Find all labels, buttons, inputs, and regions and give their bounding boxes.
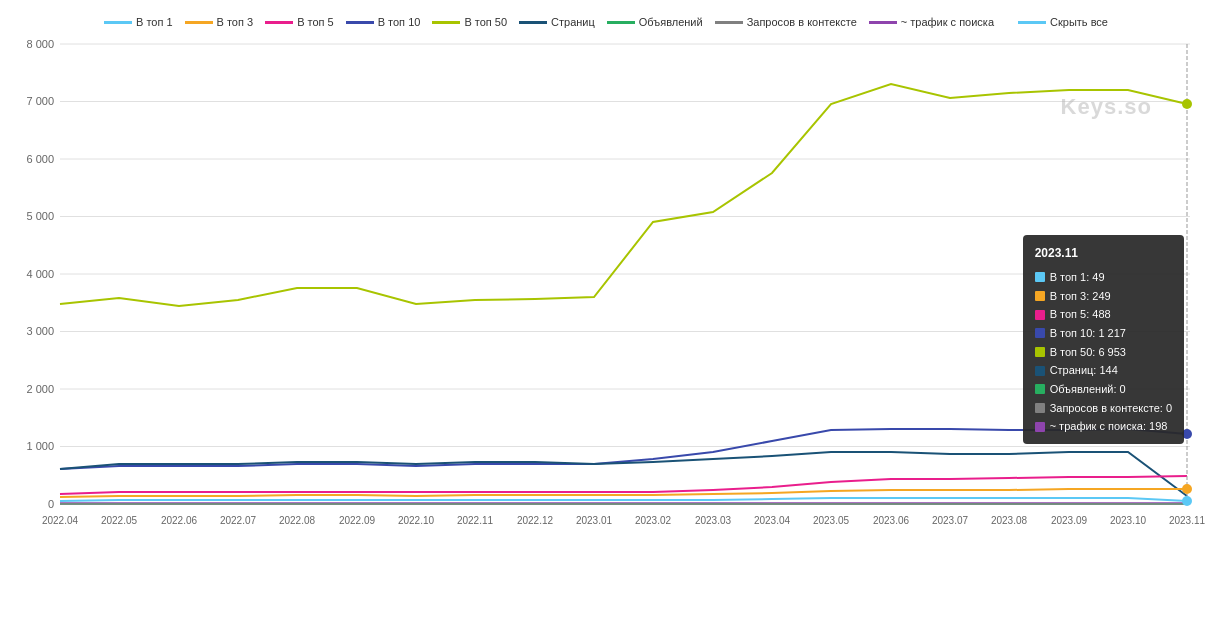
svg-text:2023.11: 2023.11 bbox=[1169, 515, 1206, 526]
svg-text:2023.08: 2023.08 bbox=[991, 515, 1028, 526]
tooltip-label-1: В топ 3: 249 bbox=[1050, 287, 1111, 306]
tooltip-row-3: В топ 10: 1 217 bbox=[1035, 324, 1172, 343]
legend-item-traffic[interactable]: ~ трафик с поиска bbox=[869, 16, 994, 28]
legend-color-top50 bbox=[432, 21, 460, 24]
svg-text:6 000: 6 000 bbox=[26, 153, 54, 165]
tooltip-dot-4 bbox=[1035, 347, 1045, 357]
svg-text:0: 0 bbox=[48, 498, 54, 510]
tooltip-row-7: Запросов в контексте: 0 bbox=[1035, 399, 1172, 418]
tooltip-dot-2 bbox=[1035, 310, 1045, 320]
legend-color-ads bbox=[607, 21, 635, 24]
legend-item-ads[interactable]: Объявлений bbox=[607, 16, 703, 28]
legend-item-top3[interactable]: В топ 3 bbox=[185, 16, 254, 28]
legend-label-hide: Скрыть все bbox=[1050, 16, 1108, 28]
tooltip-dot-3 bbox=[1035, 328, 1045, 338]
legend-label-traffic: ~ трафик с поиска bbox=[901, 16, 994, 28]
svg-text:8 000: 8 000 bbox=[26, 38, 54, 50]
legend-color-pages bbox=[519, 21, 547, 24]
svg-text:2 000: 2 000 bbox=[26, 383, 54, 395]
tooltip-label-2: В топ 5: 488 bbox=[1050, 305, 1111, 324]
legend-color-hide bbox=[1018, 21, 1046, 24]
svg-text:1 000: 1 000 bbox=[26, 440, 54, 452]
dot-top1 bbox=[1182, 496, 1192, 506]
svg-text:2022.09: 2022.09 bbox=[339, 515, 376, 526]
svg-text:2023.07: 2023.07 bbox=[932, 515, 969, 526]
tooltip-row-8: ~ трафик с поиска: 198 bbox=[1035, 417, 1172, 436]
tooltip-label-7: Запросов в контексте: 0 bbox=[1050, 399, 1172, 418]
legend-label-context: Запросов в контексте bbox=[747, 16, 857, 28]
legend-color-top5 bbox=[265, 21, 293, 24]
legend-color-top3 bbox=[185, 21, 213, 24]
tooltip-row-0: В топ 1: 49 bbox=[1035, 268, 1172, 287]
tooltip-dot-5 bbox=[1035, 366, 1045, 376]
svg-text:5 000: 5 000 bbox=[26, 210, 54, 222]
svg-text:7 000: 7 000 bbox=[26, 95, 54, 107]
legend-color-traffic bbox=[869, 21, 897, 24]
tooltip-row-2: В топ 5: 488 bbox=[1035, 305, 1172, 324]
tooltip-label-6: Объявлений: 0 bbox=[1050, 380, 1126, 399]
tooltip-row-4: В топ 50: 6 953 bbox=[1035, 343, 1172, 362]
chart-legend: В топ 1 В топ 3 В топ 5 В топ 10 В топ 5… bbox=[0, 10, 1212, 34]
svg-text:2023.01: 2023.01 bbox=[576, 515, 613, 526]
tooltip-label-0: В топ 1: 49 bbox=[1050, 268, 1105, 287]
legend-color-top1 bbox=[104, 21, 132, 24]
chart-container: В топ 1 В топ 3 В топ 5 В топ 10 В топ 5… bbox=[0, 0, 1212, 625]
chart-tooltip: 2023.11 В топ 1: 49 В топ 3: 249 В топ 5… bbox=[1023, 235, 1184, 444]
tooltip-dot-6 bbox=[1035, 384, 1045, 394]
svg-text:2022.04: 2022.04 bbox=[42, 515, 79, 526]
svg-text:2023.10: 2023.10 bbox=[1110, 515, 1147, 526]
tooltip-dot-0 bbox=[1035, 272, 1045, 282]
legend-item-hide[interactable]: Скрыть все bbox=[1018, 16, 1108, 28]
legend-label-ads: Объявлений bbox=[639, 16, 703, 28]
svg-text:2023.06: 2023.06 bbox=[873, 515, 910, 526]
tooltip-row-6: Объявлений: 0 bbox=[1035, 380, 1172, 399]
svg-text:2023.03: 2023.03 bbox=[695, 515, 732, 526]
tooltip-row-5: Страниц: 144 bbox=[1035, 361, 1172, 380]
legend-item-top50[interactable]: В топ 50 bbox=[432, 16, 507, 28]
svg-text:2022.10: 2022.10 bbox=[398, 515, 435, 526]
svg-text:2023.05: 2023.05 bbox=[813, 515, 850, 526]
svg-text:3 000: 3 000 bbox=[26, 325, 54, 337]
legend-item-context[interactable]: Запросов в контексте bbox=[715, 16, 857, 28]
svg-text:2022.07: 2022.07 bbox=[220, 515, 257, 526]
watermark: Keys.so bbox=[1061, 94, 1152, 120]
legend-label-top1: В топ 1 bbox=[136, 16, 173, 28]
legend-color-top10 bbox=[346, 21, 374, 24]
svg-text:4 000: 4 000 bbox=[26, 268, 54, 280]
tooltip-label-8: ~ трафик с поиска: 198 bbox=[1050, 417, 1168, 436]
svg-text:2023.09: 2023.09 bbox=[1051, 515, 1088, 526]
y-axis-labels: 8 000 7 000 6 000 5 000 4 000 3 000 2 00… bbox=[26, 38, 54, 510]
legend-label-pages: Страниц bbox=[551, 16, 595, 28]
legend-label-top10: В топ 10 bbox=[378, 16, 421, 28]
legend-label-top50: В топ 50 bbox=[464, 16, 507, 28]
tooltip-dot-1 bbox=[1035, 291, 1045, 301]
tooltip-row-1: В топ 3: 249 bbox=[1035, 287, 1172, 306]
dot-top3 bbox=[1182, 484, 1192, 494]
tooltip-dot-7 bbox=[1035, 403, 1045, 413]
tooltip-label-3: В топ 10: 1 217 bbox=[1050, 324, 1126, 343]
tooltip-label-4: В топ 50: 6 953 bbox=[1050, 343, 1126, 362]
legend-color-context bbox=[715, 21, 743, 24]
tooltip-label-5: Страниц: 144 bbox=[1050, 361, 1118, 380]
legend-label-top5: В топ 5 bbox=[297, 16, 334, 28]
tooltip-dot-8 bbox=[1035, 422, 1045, 432]
svg-text:2022.12: 2022.12 bbox=[517, 515, 554, 526]
svg-text:2022.05: 2022.05 bbox=[101, 515, 138, 526]
svg-text:2022.08: 2022.08 bbox=[279, 515, 316, 526]
svg-text:2023.04: 2023.04 bbox=[754, 515, 791, 526]
legend-item-top10[interactable]: В топ 10 bbox=[346, 16, 421, 28]
dot-top50 bbox=[1182, 99, 1192, 109]
legend-label-top3: В топ 3 bbox=[217, 16, 254, 28]
svg-text:2023.02: 2023.02 bbox=[635, 515, 672, 526]
legend-item-top5[interactable]: В топ 5 bbox=[265, 16, 334, 28]
legend-item-top1[interactable]: В топ 1 bbox=[104, 16, 173, 28]
chart-area: Keys.so 8 000 7 000 6 000 bbox=[0, 34, 1212, 564]
svg-text:2022.11: 2022.11 bbox=[457, 515, 494, 526]
tooltip-date: 2023.11 bbox=[1035, 243, 1172, 263]
legend-item-pages[interactable]: Страниц bbox=[519, 16, 595, 28]
x-axis-labels: 2022.04 2022.05 2022.06 2022.07 2022.08 … bbox=[42, 515, 1206, 526]
svg-text:2022.06: 2022.06 bbox=[161, 515, 198, 526]
